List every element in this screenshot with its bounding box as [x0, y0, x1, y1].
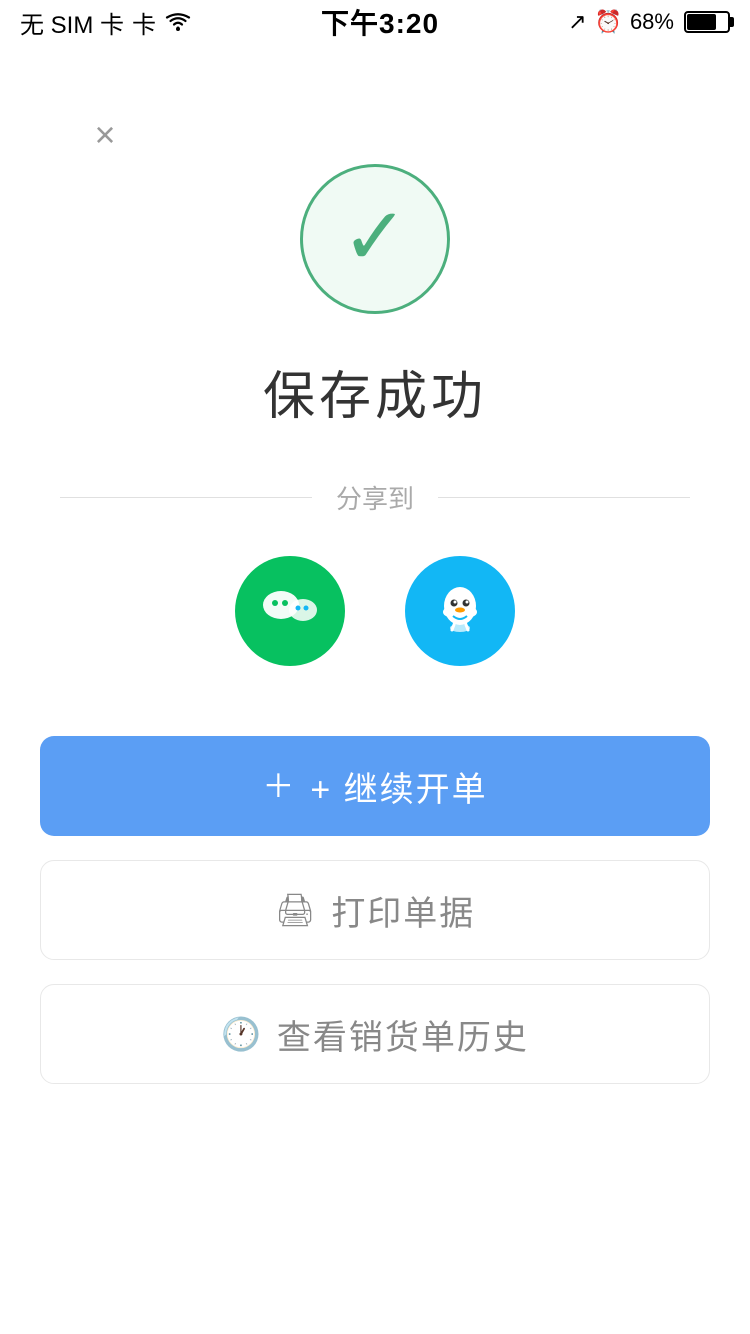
status-bar: 无 SIM 卡 卡 下午3:20 ↗ ⏰ 68% [0, 0, 750, 44]
success-icon-circle: ✓ [300, 164, 450, 314]
battery-icon [684, 11, 730, 33]
plus-icon: ＋ [262, 770, 294, 802]
checkmark-icon: ✓ [341, 197, 408, 277]
history-button[interactable]: 🕐 查看销货单历史 [40, 984, 710, 1084]
actions-container: ＋ + 继续开单 🖨 打印单据 🕐 查看销货单历史 [0, 736, 750, 1084]
success-title: 保存成功 [263, 354, 487, 429]
qq-icon [425, 576, 495, 646]
wechat-share-button[interactable] [235, 556, 345, 666]
status-right-group: ↗ ⏰ 68% [568, 9, 730, 35]
battery-percent: 68% [630, 9, 674, 35]
main-content: ✓ 保存成功 分享到 [0, 104, 750, 1334]
wechat-icon [255, 576, 325, 646]
close-icon: × [94, 117, 115, 153]
continue-label: + 继续开单 [310, 762, 487, 811]
status-carrier: 无 SIM 卡 卡 [20, 5, 192, 40]
battery-fill [687, 14, 716, 30]
continue-button[interactable]: ＋ + 继续开单 [40, 736, 710, 836]
share-divider: 分享到 [0, 479, 750, 516]
qq-share-button[interactable] [405, 556, 515, 666]
print-button[interactable]: 🖨 打印单据 [40, 860, 710, 960]
print-label: 打印单据 [331, 886, 475, 935]
status-time: 下午3:20 [321, 2, 439, 42]
carrier-text: 无 SIM 卡 [20, 5, 124, 40]
sim-icon: 卡 [132, 5, 156, 40]
printer-icon: 🖨 [275, 894, 316, 926]
wifi-icon [164, 12, 192, 32]
share-label: 分享到 [312, 479, 438, 516]
share-icons [235, 556, 515, 666]
divider-line-left [60, 497, 312, 498]
clock-icon: 🕐 [221, 1018, 261, 1050]
location-icon: ↗ [568, 9, 586, 35]
history-label: 查看销货单历史 [277, 1010, 529, 1059]
divider-line-right [438, 497, 690, 498]
alarm-icon: ⏰ [595, 9, 622, 35]
close-button[interactable]: × [80, 110, 130, 160]
